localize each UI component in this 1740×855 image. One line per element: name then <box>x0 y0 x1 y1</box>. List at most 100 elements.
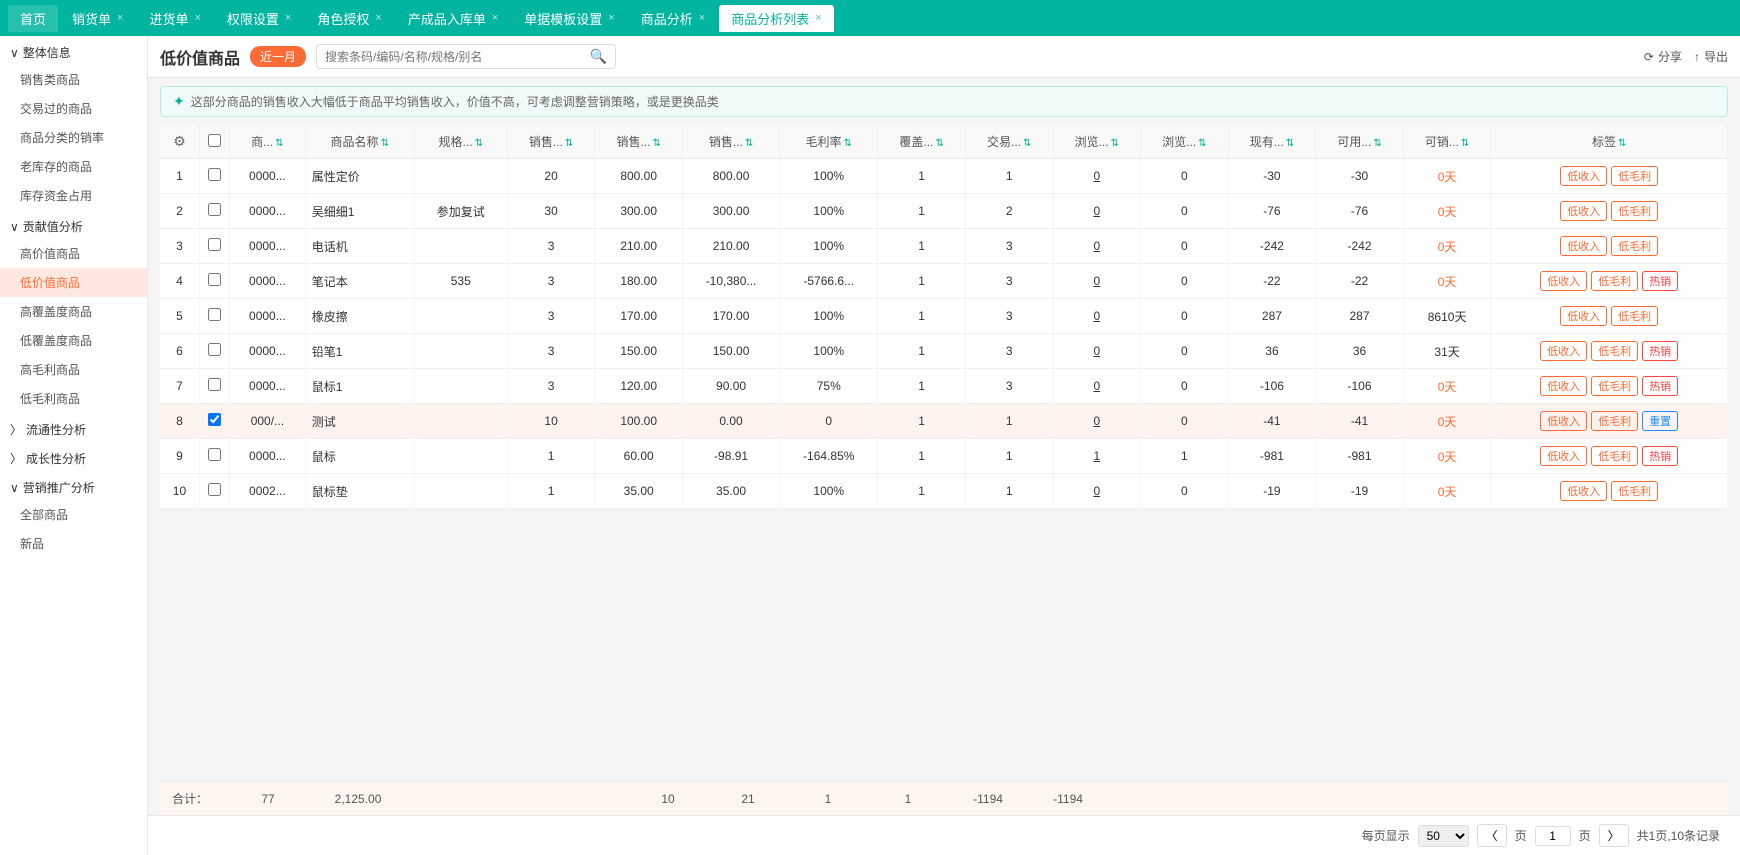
row-pv1[interactable]: 0 <box>1053 264 1141 299</box>
footer-trade: 21 <box>708 792 788 806</box>
row-checkbox-cell[interactable] <box>199 474 229 509</box>
per-page-select[interactable]: 50 100 200 <box>1418 825 1469 847</box>
row-no: 3 <box>160 229 199 264</box>
row-checkbox[interactable] <box>208 308 221 321</box>
row-checkbox[interactable] <box>208 413 221 426</box>
row-checkbox-cell[interactable] <box>199 334 229 369</box>
export-button[interactable]: ↑ 导出 <box>1694 48 1728 65</box>
th-spec[interactable]: 规格...⇅ <box>414 125 507 159</box>
row-pv1[interactable]: 0 <box>1053 194 1141 229</box>
sidebar-item-high-margin[interactable]: 高毛利商品 <box>0 355 147 384</box>
sidebar-item-high-coverage[interactable]: 高覆盖度商品 <box>0 297 147 326</box>
row-qty: 20 <box>507 159 595 194</box>
close-icon[interactable]: × <box>815 12 821 24</box>
nav-product-inbound[interactable]: 产成品入库单 × <box>396 5 510 32</box>
share-button[interactable]: ⟳ 分享 <box>1644 48 1682 65</box>
sidebar-item-low-value[interactable]: 低价值商品 <box>0 268 147 297</box>
sidebar-item-traded-goods[interactable]: 交易过的商品 <box>0 94 147 123</box>
row-checkbox[interactable] <box>208 448 221 461</box>
th-price[interactable]: 销售...⇅ <box>595 125 683 159</box>
close-icon[interactable]: × <box>285 12 291 24</box>
row-pv1[interactable]: 0 <box>1053 159 1141 194</box>
gear-icon[interactable]: ⚙ <box>173 133 186 149</box>
tag: 低毛利 <box>1611 306 1658 326</box>
row-pv1[interactable]: 0 <box>1053 299 1141 334</box>
next-page-button[interactable]: 〉 <box>1599 824 1629 847</box>
nav-role-auth[interactable]: 角色授权 × <box>305 5 393 32</box>
table-container[interactable]: ⚙ 商...⇅ 商品名称⇅ 规格...⇅ 销售...⇅ 销售...⇅ 销售...… <box>148 125 1740 780</box>
row-checkbox-cell[interactable] <box>199 369 229 404</box>
nav-purchase-order[interactable]: 进货单 × <box>137 5 212 32</box>
row-checkbox[interactable] <box>208 238 221 251</box>
row-checkbox-cell[interactable] <box>199 194 229 229</box>
row-pv1[interactable]: 0 <box>1053 334 1141 369</box>
row-checkbox[interactable] <box>208 378 221 391</box>
nav-template-setting[interactable]: 单据模板设置 × <box>512 5 626 32</box>
th-code[interactable]: 商...⇅ <box>229 125 305 159</box>
row-pv1[interactable]: 1 <box>1053 439 1141 474</box>
th-pv2[interactable]: 浏览...⇅ <box>1141 125 1229 159</box>
th-days[interactable]: 可销...⇅ <box>1403 125 1491 159</box>
nav-product-analysis[interactable]: 商品分析 × <box>629 5 717 32</box>
th-qty[interactable]: 销售...⇅ <box>507 125 595 159</box>
sidebar-item-new-goods[interactable]: 新品 <box>0 529 147 558</box>
period-button[interactable]: 近一月 <box>250 46 306 67</box>
page-input[interactable] <box>1535 826 1571 846</box>
row-pv1[interactable]: 0 <box>1053 369 1141 404</box>
prev-page-button[interactable]: 〈 <box>1477 824 1507 847</box>
sidebar-item-high-value[interactable]: 高价值商品 <box>0 239 147 268</box>
row-amount: 800.00 <box>682 159 779 194</box>
sidebar-item-all-goods[interactable]: 全部商品 <box>0 500 147 529</box>
close-icon[interactable]: × <box>608 12 614 24</box>
close-icon[interactable]: × <box>117 12 123 24</box>
tag: 低收入 <box>1560 306 1607 326</box>
row-checkbox[interactable] <box>208 273 221 286</box>
nav-sales-order[interactable]: 销货单 × <box>60 5 135 32</box>
row-checkbox-cell[interactable] <box>199 299 229 334</box>
th-trade[interactable]: 交易...⇅ <box>965 125 1053 159</box>
th-pv1[interactable]: 浏览...⇅ <box>1053 125 1141 159</box>
row-checkbox-cell[interactable] <box>199 404 229 439</box>
close-icon[interactable]: × <box>492 12 498 24</box>
row-checkbox-cell[interactable] <box>199 264 229 299</box>
row-pv1[interactable]: 0 <box>1053 404 1141 439</box>
th-avail[interactable]: 可用...⇅ <box>1316 125 1404 159</box>
row-checkbox-cell[interactable] <box>199 229 229 264</box>
sidebar-group-circulation[interactable]: 〉 流通性分析 <box>0 413 147 442</box>
search-icon[interactable]: 🔍 <box>590 48 607 65</box>
sidebar-item-sales-goods[interactable]: 销售类商品 <box>0 65 147 94</box>
th-stock[interactable]: 现有...⇅ <box>1228 125 1316 159</box>
nav-product-analysis-list[interactable]: 商品分析列表 × <box>719 5 833 32</box>
th-amount[interactable]: 销售...⇅ <box>682 125 779 159</box>
th-cover[interactable]: 覆盖...⇅ <box>878 125 966 159</box>
sidebar-item-inventory-capital[interactable]: 库存资金占用 <box>0 181 147 210</box>
row-tags: 低收入低毛利 <box>1491 229 1728 264</box>
th-name[interactable]: 商品名称⇅ <box>305 125 414 159</box>
search-input[interactable] <box>325 50 584 64</box>
sidebar-item-category-rate[interactable]: 商品分类的销率 <box>0 123 147 152</box>
row-checkbox[interactable] <box>208 483 221 496</box>
sidebar-group-growth[interactable]: 〉 成长性分析 <box>0 442 147 471</box>
sidebar-item-old-inventory[interactable]: 老库存的商品 <box>0 152 147 181</box>
row-checkbox-cell[interactable] <box>199 439 229 474</box>
tag: 低收入 <box>1540 271 1587 291</box>
th-gross[interactable]: 毛利率⇅ <box>780 125 878 159</box>
select-all-checkbox[interactable] <box>208 134 221 147</box>
th-checkbox[interactable] <box>199 125 229 159</box>
row-checkbox-cell[interactable] <box>199 159 229 194</box>
sidebar-item-low-margin[interactable]: 低毛利商品 <box>0 384 147 413</box>
row-checkbox[interactable] <box>208 168 221 181</box>
th-gear[interactable]: ⚙ <box>160 125 199 159</box>
close-icon[interactable]: × <box>699 12 705 24</box>
th-tags[interactable]: 标签⇅ <box>1491 125 1728 159</box>
row-pv1[interactable]: 0 <box>1053 474 1141 509</box>
close-icon[interactable]: × <box>375 12 381 24</box>
row-days: 31天 <box>1403 334 1491 369</box>
close-icon[interactable]: × <box>194 12 200 24</box>
sidebar-item-low-coverage[interactable]: 低覆盖度商品 <box>0 326 147 355</box>
nav-home[interactable]: 首页 <box>8 5 58 32</box>
row-checkbox[interactable] <box>208 203 221 216</box>
nav-permission[interactable]: 权限设置 × <box>215 5 303 32</box>
row-pv1[interactable]: 0 <box>1053 229 1141 264</box>
row-checkbox[interactable] <box>208 343 221 356</box>
